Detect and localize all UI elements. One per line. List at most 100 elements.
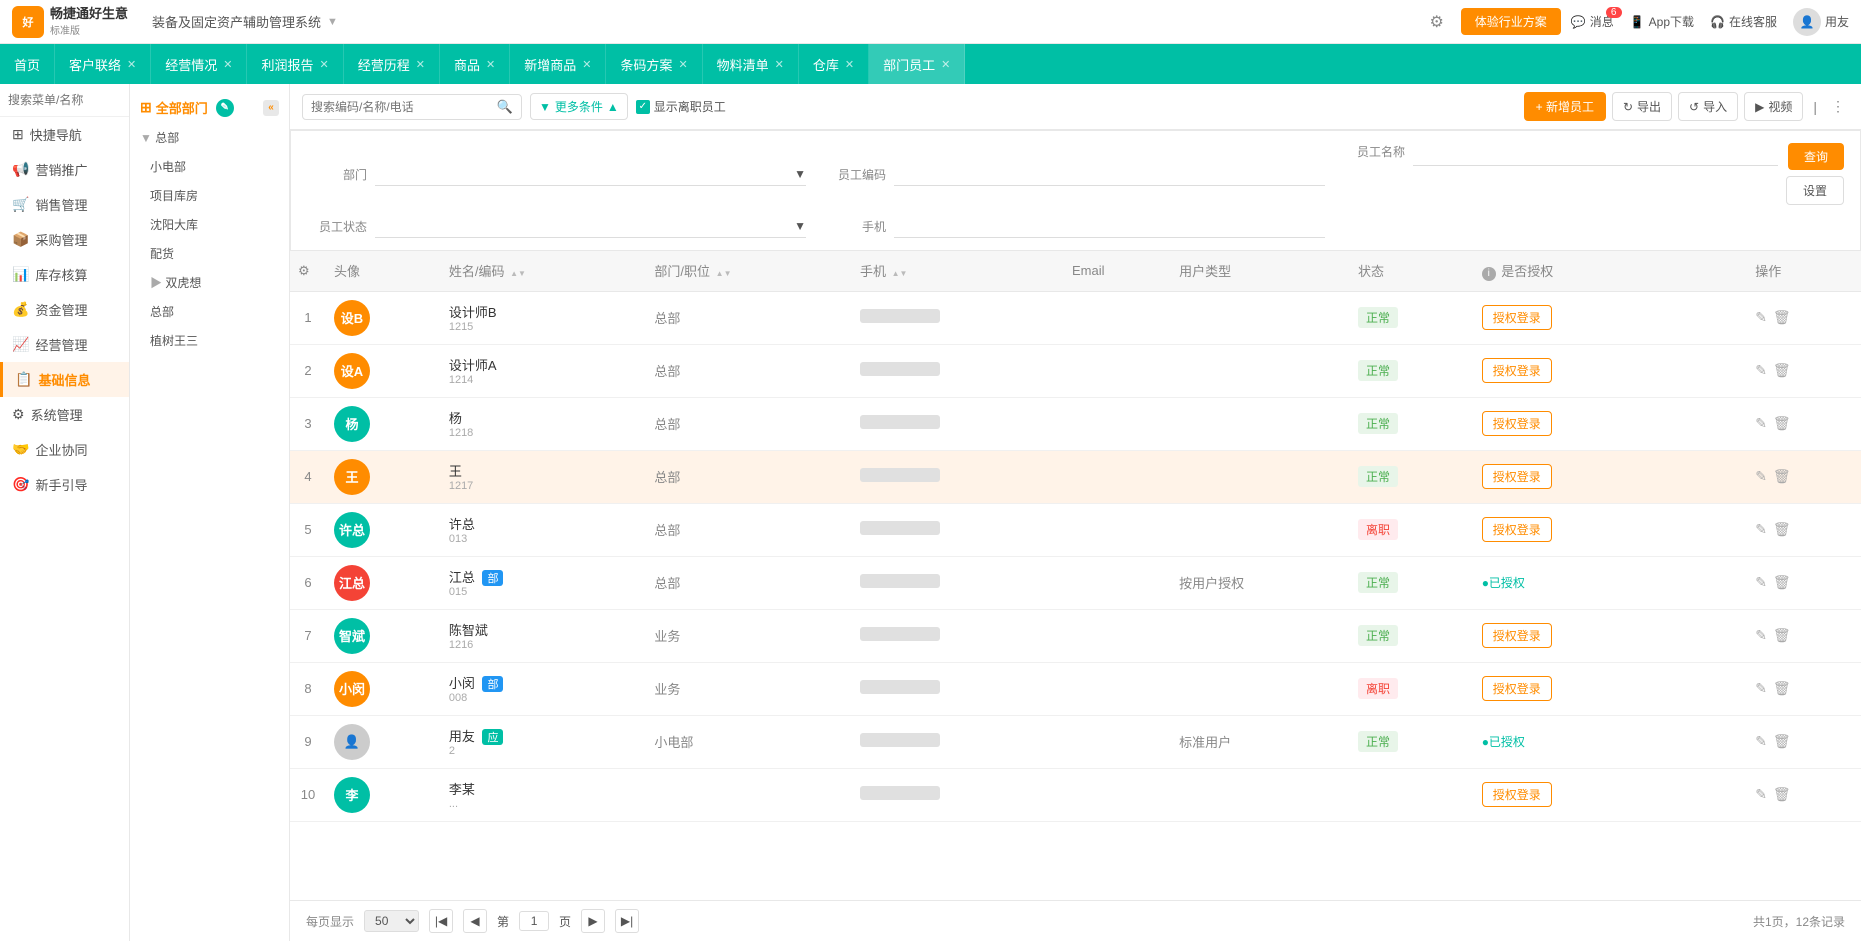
- nav-item-客户联络[interactable]: 客户联络✕: [55, 44, 151, 84]
- edit-icon[interactable]: ✎: [1755, 574, 1767, 591]
- sidebar-search-input[interactable]: [8, 93, 130, 107]
- sort-phone-icon[interactable]: ▲▼: [892, 270, 908, 278]
- sort-name-icon[interactable]: ▲▼: [510, 270, 526, 278]
- first-page-button[interactable]: |◀: [429, 909, 453, 933]
- nav-item-物料清单[interactable]: 物料清单✕: [703, 44, 799, 84]
- sidebar-item-基础信息[interactable]: 📋基础信息: [0, 362, 129, 397]
- nav-item-商品[interactable]: 商品✕: [440, 44, 510, 84]
- dept-item-植树王三[interactable]: 植树王三: [130, 326, 289, 355]
- auth-button[interactable]: 授权登录: [1482, 411, 1552, 436]
- more-button[interactable]: ⋮: [1827, 94, 1849, 119]
- message-button[interactable]: 💬 6 消息: [1571, 13, 1614, 30]
- sidebar-item-资金管理[interactable]: 💰资金管理: [0, 292, 129, 327]
- close-tab-icon[interactable]: ✕: [941, 58, 950, 71]
- close-tab-icon[interactable]: ✕: [416, 58, 425, 71]
- nav-item-利润报告[interactable]: 利润报告✕: [247, 44, 343, 84]
- sidebar-item-新手引导[interactable]: 🎯新手引导: [0, 467, 129, 502]
- nav-item-新增商品[interactable]: 新增商品✕: [510, 44, 606, 84]
- sidebar-item-企业协同[interactable]: 🤝企业协同: [0, 432, 129, 467]
- close-tab-icon[interactable]: ✕: [678, 58, 687, 71]
- dropdown-arrow-icon[interactable]: ▼: [327, 16, 338, 28]
- dept-item-总部[interactable]: ▼ 总部: [130, 123, 289, 152]
- delete-icon[interactable]: 🗑: [1773, 627, 1791, 644]
- close-tab-icon[interactable]: ✕: [320, 58, 329, 71]
- filter-status-select[interactable]: ▼: [375, 215, 806, 238]
- delete-icon[interactable]: 🗑: [1773, 680, 1791, 697]
- delete-icon[interactable]: 🗑: [1773, 468, 1791, 485]
- sidebar-item-营销推广[interactable]: 📢营销推广: [0, 152, 129, 187]
- export-button[interactable]: ↻ 导出: [1612, 92, 1672, 121]
- delete-icon[interactable]: 🗑: [1773, 786, 1791, 803]
- edit-icon[interactable]: ✎: [1755, 415, 1767, 432]
- auth-button[interactable]: 授权登录: [1482, 782, 1552, 807]
- edit-icon[interactable]: ✎: [1755, 309, 1767, 326]
- dept-edit-icon[interactable]: ✎: [216, 99, 234, 117]
- view-button[interactable]: ▶ 视频: [1744, 92, 1803, 121]
- show-resigned-toggle[interactable]: ✓ 显示离职员工: [636, 98, 726, 115]
- search-input[interactable]: [311, 100, 493, 114]
- settings-button[interactable]: ⚙: [1423, 8, 1451, 36]
- auth-button[interactable]: 授权登录: [1482, 305, 1552, 330]
- nav-item-经营历程[interactable]: 经营历程✕: [344, 44, 440, 84]
- edit-icon[interactable]: ✎: [1755, 362, 1767, 379]
- delete-icon[interactable]: 🗑: [1773, 415, 1791, 432]
- help-button[interactable]: |: [1809, 95, 1821, 119]
- nav-item-部门员工[interactable]: 部门员工✕: [869, 44, 965, 84]
- dept-item-小电部[interactable]: 小电部: [130, 152, 289, 181]
- sidebar-item-销售管理[interactable]: 🛒销售管理: [0, 187, 129, 222]
- edit-icon[interactable]: ✎: [1755, 468, 1767, 485]
- delete-icon[interactable]: 🗑: [1773, 574, 1791, 591]
- add-employee-button[interactable]: + 新增员工: [1524, 92, 1606, 121]
- edit-icon[interactable]: ✎: [1755, 786, 1767, 803]
- nav-item-仓库[interactable]: 仓库✕: [799, 44, 869, 84]
- set-button[interactable]: 设置: [1786, 176, 1844, 205]
- app-download-button[interactable]: 📱 App下载: [1630, 13, 1694, 30]
- sidebar-item-经营管理[interactable]: 📈经营管理: [0, 327, 129, 362]
- delete-icon[interactable]: 🗑: [1773, 362, 1791, 379]
- trial-button[interactable]: 体验行业方案: [1461, 8, 1561, 35]
- edit-icon[interactable]: ✎: [1755, 733, 1767, 750]
- dept-item-项目库房[interactable]: 项目库房: [130, 181, 289, 210]
- auth-button[interactable]: 授权登录: [1482, 464, 1552, 489]
- more-filter-button[interactable]: ▼ 更多条件 ▲: [530, 93, 628, 120]
- page-size-select[interactable]: 50 20 100: [364, 910, 419, 932]
- sidebar-item-库存核算[interactable]: 📊库存核算: [0, 257, 129, 292]
- sidebar-item-采购管理[interactable]: 📦采购管理: [0, 222, 129, 257]
- user-menu-button[interactable]: 👤 用友: [1793, 8, 1849, 36]
- auth-info-icon[interactable]: i: [1482, 267, 1496, 281]
- delete-icon[interactable]: 🗑: [1773, 733, 1791, 750]
- close-tab-icon[interactable]: ✕: [775, 58, 784, 71]
- nav-item-经营情况[interactable]: 经营情况✕: [151, 44, 247, 84]
- online-service-button[interactable]: 🎧 在线客服: [1710, 13, 1777, 30]
- dept-item-双虎想[interactable]: ▶ 双虎想: [130, 268, 289, 297]
- nav-item-首页[interactable]: 首页: [0, 44, 55, 84]
- sort-dept-icon[interactable]: ▲▼: [716, 270, 732, 278]
- query-button[interactable]: 查询: [1788, 143, 1844, 170]
- auth-button[interactable]: 授权登录: [1482, 676, 1552, 701]
- import-button[interactable]: ↺ 导入: [1678, 92, 1738, 121]
- filter-phone-input[interactable]: [894, 215, 1325, 238]
- close-tab-icon[interactable]: ✕: [223, 58, 232, 71]
- dept-item-总部[interactable]: 总部: [130, 297, 289, 326]
- dept-item-沈阳大库[interactable]: 沈阳大库: [130, 210, 289, 239]
- close-tab-icon[interactable]: ✕: [486, 58, 495, 71]
- last-page-button[interactable]: ▶|: [615, 909, 639, 933]
- auth-button[interactable]: 授权登录: [1482, 358, 1552, 383]
- next-page-button[interactable]: ▶: [581, 909, 605, 933]
- sidebar-item-系统管理[interactable]: ⚙系统管理: [0, 397, 129, 432]
- edit-icon[interactable]: ✎: [1755, 521, 1767, 538]
- dept-item-配货[interactable]: 配货: [130, 239, 289, 268]
- nav-item-条码方案[interactable]: 条码方案✕: [606, 44, 702, 84]
- close-tab-icon[interactable]: ✕: [845, 58, 854, 71]
- sidebar-item-快捷导航[interactable]: ⊞快捷导航: [0, 117, 129, 152]
- filter-empcode-input[interactable]: [894, 163, 1325, 186]
- edit-icon[interactable]: ✎: [1755, 627, 1767, 644]
- sidebar-search[interactable]: 🔍: [0, 84, 129, 117]
- filter-empname-input[interactable]: [1413, 143, 1778, 166]
- auth-button[interactable]: 授权登录: [1482, 517, 1552, 542]
- col-settings[interactable]: ⚙: [290, 251, 326, 291]
- delete-icon[interactable]: 🗑: [1773, 521, 1791, 538]
- filter-dept-select[interactable]: ▼: [375, 163, 806, 186]
- delete-icon[interactable]: 🗑: [1773, 309, 1791, 326]
- close-tab-icon[interactable]: ✕: [127, 58, 136, 71]
